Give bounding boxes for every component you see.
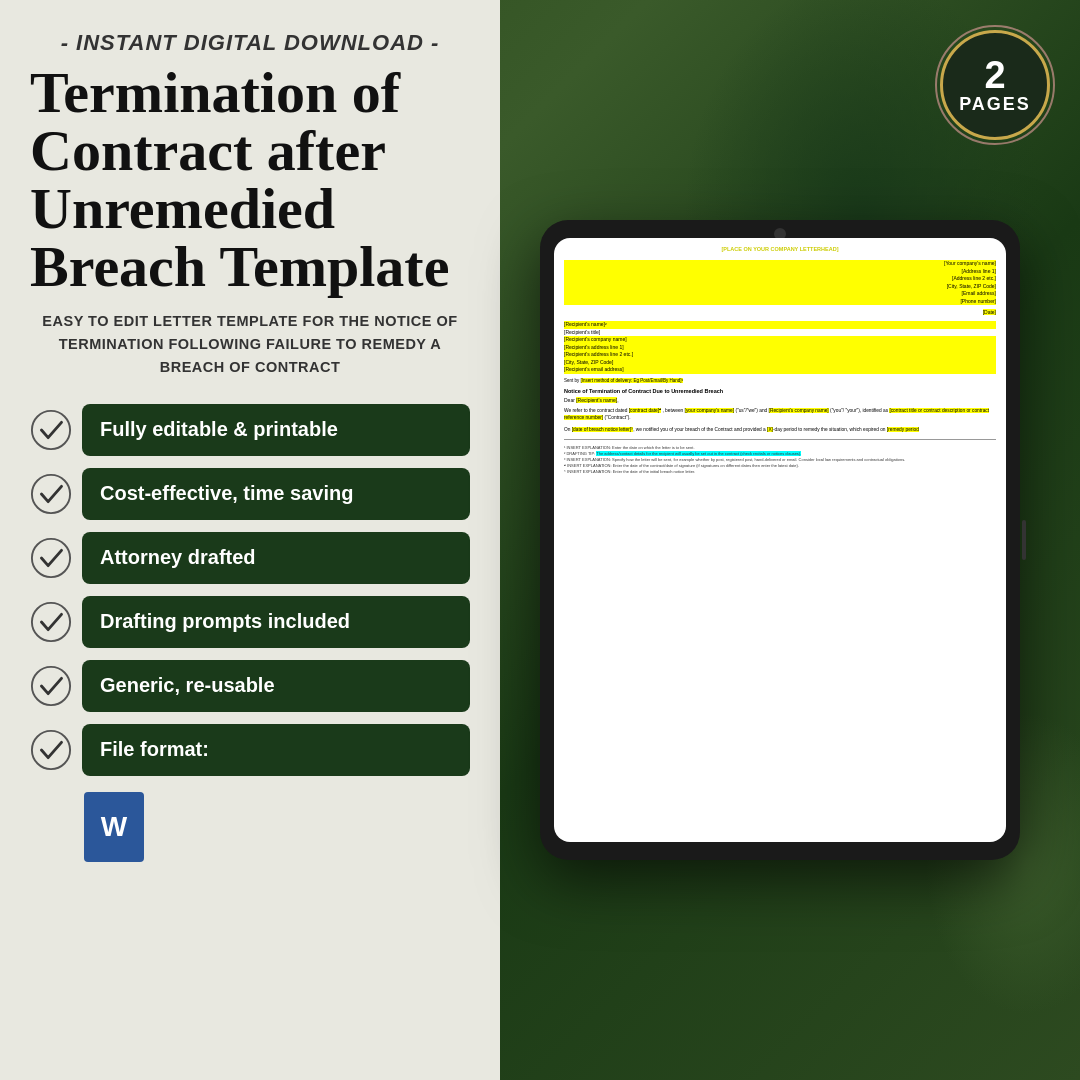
feature-item-3: Attorney drafted bbox=[30, 532, 470, 584]
check-icon-5 bbox=[30, 665, 72, 707]
feature-item-1: Fully editable & printable bbox=[30, 404, 470, 456]
feature-btn-2[interactable]: Cost-effective, time saving bbox=[82, 468, 470, 520]
feature-btn-5[interactable]: Generic, re-usable bbox=[82, 660, 470, 712]
svg-point-2 bbox=[32, 538, 70, 576]
doc-email: [Email address] bbox=[564, 290, 996, 298]
left-panel: - INSTANT DIGITAL DOWNLOAD - Termination… bbox=[0, 0, 500, 1080]
pages-number: 2 bbox=[984, 56, 1005, 94]
feature-btn-4[interactable]: Drafting prompts included bbox=[82, 596, 470, 648]
feature-item-6: File format: bbox=[30, 724, 470, 776]
fn-5: ⁵ INSERT EXPLANATION: Enter the date of … bbox=[564, 469, 996, 475]
feature-btn-6[interactable]: File format: bbox=[82, 724, 470, 776]
svg-point-1 bbox=[32, 474, 70, 512]
description-text: EASY TO EDIT LETTER TEMPLATE FOR THE NOT… bbox=[30, 310, 470, 380]
check-icon-2 bbox=[30, 473, 72, 515]
check-icon-1 bbox=[30, 409, 72, 451]
svg-point-4 bbox=[32, 666, 70, 704]
feature-btn-3[interactable]: Attorney drafted bbox=[82, 532, 470, 584]
tablet-screen: [PLACE ON YOUR COMPANY LETTERHEAD] [Your… bbox=[554, 238, 1006, 842]
doc-city-state: [City, State, ZIP Code] bbox=[564, 283, 996, 291]
check-icon-3 bbox=[30, 537, 72, 579]
word-icon: W bbox=[84, 792, 144, 862]
doc-sent-by: Sent by [Insert method of delivery: Eg P… bbox=[564, 378, 996, 383]
tablet-button bbox=[1022, 520, 1026, 560]
check-icon-4 bbox=[30, 601, 72, 643]
doc-phone: [Phone number] bbox=[564, 298, 996, 306]
main-container: - INSTANT DIGITAL DOWNLOAD - Termination… bbox=[0, 0, 1080, 1080]
doc-divider bbox=[564, 439, 996, 440]
feature-btn-1[interactable]: Fully editable & printable bbox=[82, 404, 470, 456]
tablet-mockup: [PLACE ON YOUR COMPANY LETTERHEAD] [Your… bbox=[540, 220, 1020, 860]
subtitle: - INSTANT DIGITAL DOWNLOAD - bbox=[30, 30, 470, 56]
doc-body-1: We refer to the contract dated [contract… bbox=[564, 407, 996, 422]
doc-letterhead: [PLACE ON YOUR COMPANY LETTERHEAD] bbox=[564, 246, 996, 252]
pages-badge: 2 PAGES bbox=[940, 30, 1050, 140]
doc-company-name: [Your company's name] bbox=[564, 260, 996, 268]
main-title: Termination of Contract after Unremedied… bbox=[30, 64, 470, 296]
feature-item-4: Drafting prompts included bbox=[30, 596, 470, 648]
svg-point-0 bbox=[32, 410, 70, 448]
check-icon-6 bbox=[30, 729, 72, 771]
word-icon-area: W bbox=[30, 792, 470, 862]
doc-body-2: On [date of breach notice letter]⁵, we n… bbox=[564, 426, 996, 434]
doc-notice-title: Notice of Termination of Contract Due to… bbox=[564, 388, 996, 394]
right-panel: 2 PAGES [PLACE ON YOUR COMPANY LETTERHEA… bbox=[500, 0, 1080, 1080]
doc-addr2: [Address line 2 etc.] bbox=[564, 275, 996, 283]
doc-date: [Date] bbox=[564, 309, 996, 315]
doc-dear: Dear [Recipient's name], bbox=[564, 397, 996, 403]
svg-point-3 bbox=[32, 602, 70, 640]
features-list: Fully editable & printable Cost-effectiv… bbox=[30, 404, 470, 776]
svg-point-5 bbox=[32, 730, 70, 768]
doc-recipient: [Recipient's name]² [Recipient's title] … bbox=[564, 321, 996, 374]
doc-addr1: [Address line 1] bbox=[564, 268, 996, 276]
feature-item-5: Generic, re-usable bbox=[30, 660, 470, 712]
doc-footnotes: ¹ INSERT EXPLANATION: Enter the date on … bbox=[564, 445, 996, 475]
feature-item-2: Cost-effective, time saving bbox=[30, 468, 470, 520]
pages-label: PAGES bbox=[959, 94, 1031, 115]
doc-address-right: [Your company's name] [Address line 1] [… bbox=[564, 260, 996, 305]
